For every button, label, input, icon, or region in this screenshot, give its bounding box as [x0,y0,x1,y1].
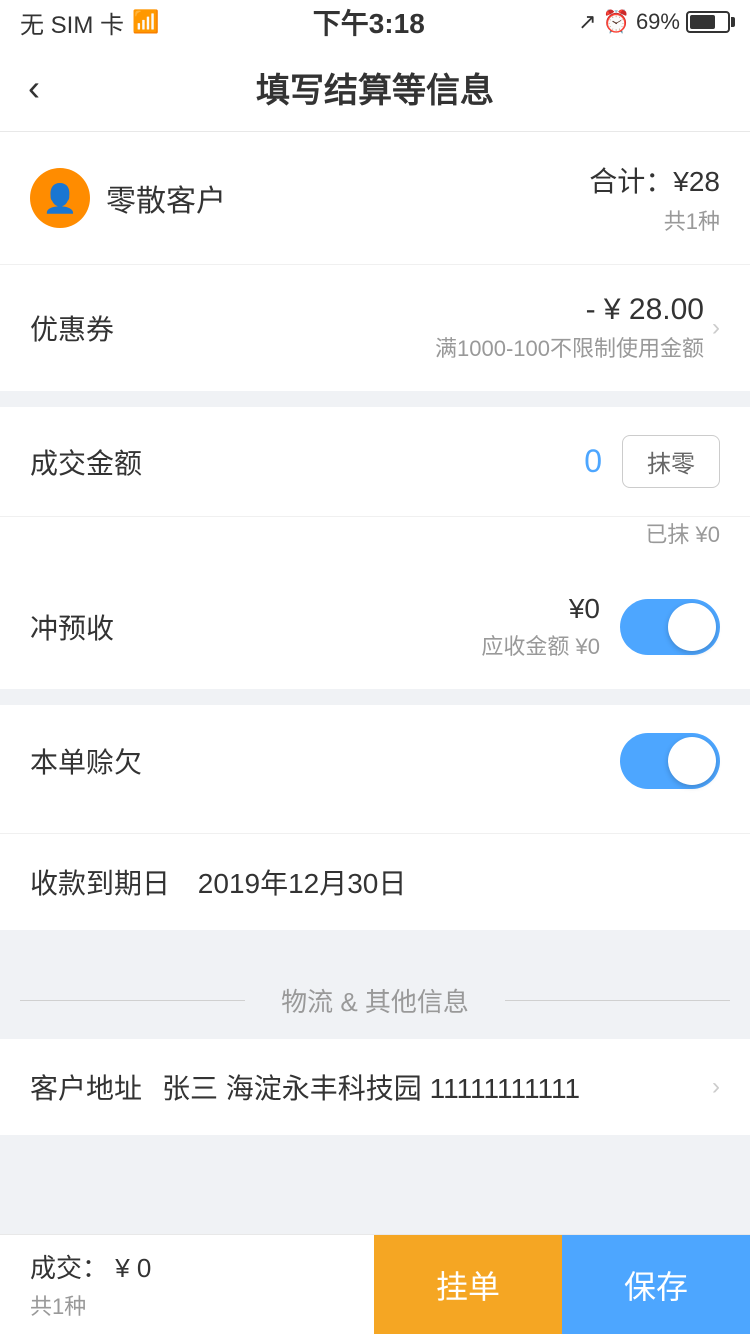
carrier-label: 无 SIM 卡 [20,5,124,40]
address-value: 张三 海淀永丰科技园 11111111111 [162,1067,712,1107]
battery-percent: 69% [636,9,680,35]
duedate-label: 收款到期日 [30,868,170,899]
transaction-sub: 已抹 ¥0 [0,517,750,565]
divider [0,946,750,962]
save-button[interactable]: 保存 [562,1235,750,1334]
chevron-right-icon: › [712,314,720,342]
advance-right-text: ¥0 应收金额 ¥0 [481,593,600,661]
debt-toggle[interactable] [620,733,720,789]
status-bar: 无 SIM 卡 📶 下午3:18 ↗ ⏰ 69% [0,0,750,44]
transaction-label: 成交金额 [30,442,142,482]
debt-toggle-knob [668,737,716,785]
page-title: 填写结算等信息 [256,63,494,112]
avatar: 👤 [30,168,90,228]
battery-icon [686,11,730,33]
nav-bar: ‹ 填写结算等信息 [0,44,750,132]
bottom-count: 共1种 [30,1289,344,1321]
transaction-right: 0 抹零 [584,435,720,488]
status-left: 无 SIM 卡 📶 [20,5,159,40]
bottom-deal-label: 成交： [30,1253,108,1283]
advance-sub: 应收金额 ¥0 [481,629,600,661]
customer-section: 👤 零散客户 合计：¥28 共1种 优惠券 - ¥ 28.00 满1000-10… [0,132,750,391]
coupon-right: - ¥ 28.00 满1000-100不限制使用金额 › [435,293,720,363]
coupon-desc: 满1000-100不限制使用金额 [435,331,704,363]
address-label: 客户地址 [30,1067,142,1107]
debt-section: 本单赊欠 收款到期日 2019年12月30日 [0,705,750,930]
status-right: ↗ ⏰ 69% [578,9,730,35]
wifi-icon: 📶 [132,9,159,35]
back-button[interactable]: ‹ [28,67,40,109]
transaction-row: 成交金额 0 抹零 [0,407,750,517]
logistics-line-right [505,1000,730,1001]
customer-name: 零散客户 [106,176,226,220]
advance-toggle[interactable] [620,599,720,655]
customer-total: 合计：¥28 [589,160,720,200]
debt-label: 本单赊欠 [30,741,142,781]
avatar-icon: 👤 [43,182,78,215]
bottom-bar: 成交： ¥ 0 共1种 挂单 保存 [0,1234,750,1334]
coupon-right-inner: - ¥ 28.00 满1000-100不限制使用金额 [435,293,704,363]
customer-count: 共1种 [589,204,720,236]
address-row[interactable]: 客户地址 张三 海淀永丰科技园 11111111111 › [0,1039,750,1135]
logistics-line-left [20,1000,245,1001]
hold-button[interactable]: 挂单 [374,1235,562,1334]
debt-row: 本单赊欠 [0,705,750,817]
transaction-section: 成交金额 0 抹零 已抹 ¥0 冲预收 ¥0 应收金额 ¥0 [0,407,750,689]
customer-left: 👤 零散客户 [30,168,226,228]
logistics-label-section: 物流 & 其他信息 [0,962,750,1039]
bottom-info: 成交： ¥ 0 共1种 [0,1248,374,1321]
logistics-label-text: 物流 & 其他信息 [281,982,469,1019]
duedate-value: 2019年12月30日 [198,868,407,899]
advance-row: 冲预收 ¥0 应收金额 ¥0 [0,565,750,689]
bottom-deal-value: ¥ 0 [115,1253,151,1283]
advance-amount: ¥0 [481,593,600,625]
alarm-icon: ⏰ [603,9,630,35]
customer-right: 合计：¥28 共1种 [589,160,720,236]
toggle-knob [668,603,716,651]
coupon-label: 优惠券 [30,308,114,348]
round-zero-button[interactable]: 抹零 [622,435,720,488]
advance-label: 冲预收 [30,607,114,647]
customer-row: 👤 零散客户 合计：¥28 共1种 [0,132,750,264]
coupon-amount: - ¥ 28.00 [435,293,704,327]
location-icon: ↗ [578,9,596,35]
coupon-row[interactable]: 优惠券 - ¥ 28.00 满1000-100不限制使用金额 › [0,264,750,391]
duedate-row: 收款到期日 2019年12月30日 [0,833,750,930]
time-label: 下午3:18 [313,2,425,42]
address-section: 客户地址 张三 海淀永丰科技园 11111111111 › [0,1039,750,1135]
bottom-deal: 成交： ¥ 0 [30,1248,344,1285]
advance-right: ¥0 应收金额 ¥0 [481,593,720,661]
transaction-value: 0 [584,443,602,480]
address-chevron-icon: › [712,1073,720,1101]
